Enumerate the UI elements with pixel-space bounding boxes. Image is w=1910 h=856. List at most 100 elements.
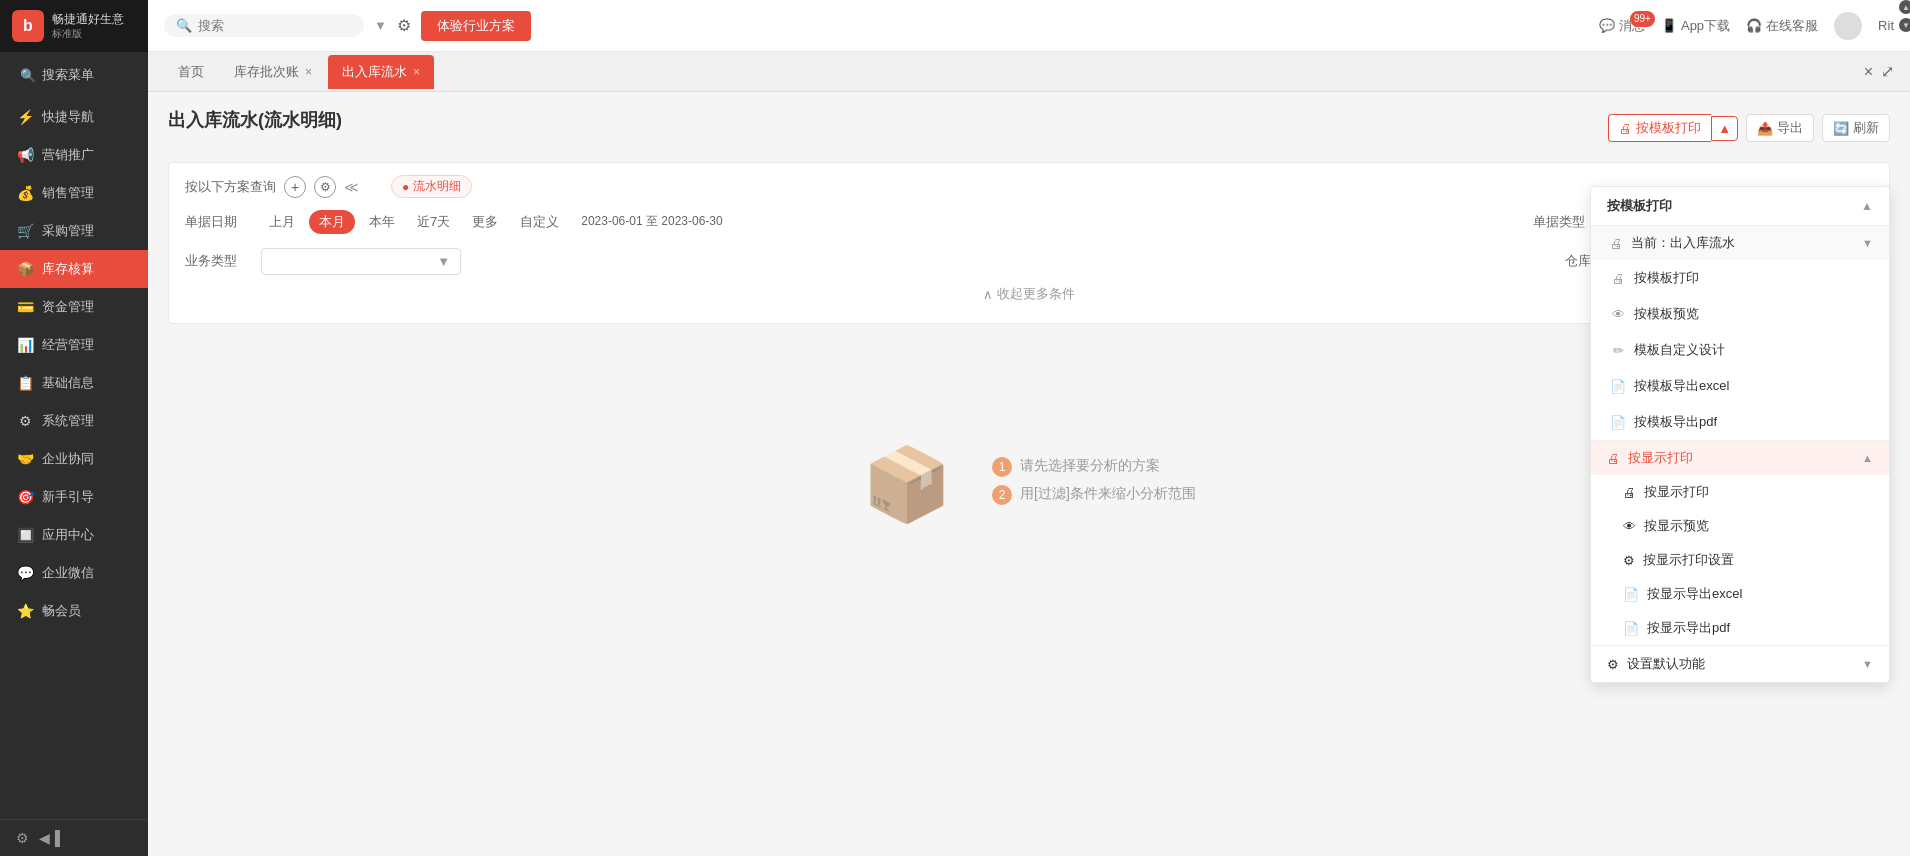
current-label: 当前：出入库流水 [1631, 234, 1735, 252]
dropdown-item-template-preview[interactable]: 👁 按模板预览 [1591, 296, 1889, 332]
page-title: 出入库流水(流水明细) [168, 108, 342, 132]
sidebar-item-guide[interactable]: 🎯 新手引导 [0, 478, 148, 516]
filter-tag-item[interactable]: ● 流水明细 [391, 175, 472, 198]
item-template-excel-label: 按模板导出excel [1634, 377, 1729, 395]
sidebar-item-purchase[interactable]: 🛒采购管理 [0, 212, 148, 250]
tabs-actions: × ⤢ [1864, 62, 1894, 81]
tab-stock-flow[interactable]: 出入库流水 × [328, 55, 434, 89]
dropdown-default-settings[interactable]: ⚙ 设置默认功能 ▼ [1591, 645, 1889, 682]
service-label: 在线客服 [1766, 17, 1818, 35]
collab-icon: 🤝 [16, 450, 34, 468]
refresh-button[interactable]: 🔄 刷新 [1822, 114, 1890, 142]
collab-label: 企业协同 [42, 450, 94, 468]
shortcut-icon: ⚡ [16, 108, 34, 126]
sidebar-item-base[interactable]: 📋基础信息 [0, 364, 148, 402]
date-opt-last-month[interactable]: 上月 [261, 210, 303, 234]
dropdown-chevron-up[interactable]: ▲ [1861, 199, 1873, 213]
dropdown-item-display-preview[interactable]: 👁 按显示预览 [1591, 509, 1889, 543]
date-range-display: 2023-06-01 至 2023-06-30 [581, 213, 722, 230]
operations-icon: 📊 [16, 336, 34, 354]
dropdown-item-display-excel[interactable]: 📄 按显示导出excel [1591, 577, 1889, 611]
app-download-button[interactable]: 📱 App下载 [1661, 17, 1730, 35]
dropdown-item-display-pdf[interactable]: 📄 按显示导出pdf [1591, 611, 1889, 645]
online-service-button[interactable]: 🎧 在线客服 [1746, 17, 1818, 35]
date-opt-7days[interactable]: 近7天 [409, 210, 458, 234]
trial-button[interactable]: 体验行业方案 [421, 11, 531, 41]
search-dropdown-icon[interactable]: ▼ [374, 18, 387, 33]
tab-batch-close[interactable]: × [305, 65, 312, 79]
item-print-icon: 🖨 [1610, 270, 1626, 286]
sidebar-item-inventory[interactable]: 📦库存核算 [0, 250, 148, 288]
collapse-filter-button[interactable]: ≪ [344, 179, 359, 195]
search-menu-button[interactable]: 🔍 搜索菜单 [12, 60, 136, 90]
item-display-preview-label: 按显示预览 [1644, 517, 1709, 535]
biz-type-select[interactable]: ▼ [261, 248, 461, 275]
sidebar-item-system[interactable]: ⚙系统管理 [0, 402, 148, 440]
app-download-icon: 📱 [1661, 18, 1677, 33]
export-button[interactable]: 📤 导出 [1746, 114, 1814, 142]
service-icon: 🎧 [1746, 18, 1762, 33]
add-filter-button[interactable]: + [284, 176, 306, 198]
dropdown-item-template-pdf[interactable]: 📄 按模板导出pdf [1591, 404, 1889, 440]
filter-settings-button[interactable]: ⚙ [314, 176, 336, 198]
sidebar-item-shortcut[interactable]: ⚡快捷导航 [0, 98, 148, 136]
sidebar: b 畅捷通好生意 标准版 🔍 搜索菜单 ⚡快捷导航📢营销推广💰销售管理🛒采购管理… [0, 0, 148, 856]
sidebar-item-collab[interactable]: 🤝 企业协同 [0, 440, 148, 478]
sidebar-search-area[interactable]: 🔍 搜索菜单 [0, 52, 148, 98]
date-opt-this-month[interactable]: 本月 [309, 210, 355, 234]
tab-maximize-button[interactable]: ⤢ [1881, 62, 1894, 81]
username-label[interactable]: Rit [1878, 18, 1894, 33]
refresh-label: 刷新 [1853, 119, 1879, 137]
date-opt-more[interactable]: 更多 [464, 210, 506, 234]
app-download-label: App下载 [1681, 17, 1730, 35]
topbar-gear-icon[interactable]: ⚙ [397, 16, 411, 35]
item-template-print-label: 按模板打印 [1634, 269, 1699, 287]
tab-home[interactable]: 首页 [164, 55, 218, 89]
template-print-button[interactable]: 🖨 按模板打印 [1608, 114, 1711, 142]
display-section-label: 按显示打印 [1628, 449, 1693, 467]
display-print-section[interactable]: 🖨 按显示打印 ▲ [1591, 440, 1889, 475]
tab-home-label: 首页 [178, 63, 204, 81]
doc-type-label: 单据类型 [1533, 213, 1593, 231]
sidebar-item-member[interactable]: ⭐畅会员 [0, 592, 148, 630]
guide-icon: 🎯 [16, 488, 34, 506]
main-area: 🔍 ▼ ⚙ 体验行业方案 💬 消息 99+ 📱 App下载 🎧 在线客服 Rit [148, 0, 1910, 856]
template-print-chevron[interactable]: ▲ [1711, 116, 1738, 141]
sidebar-item-apps[interactable]: 🔲应用中心 [0, 516, 148, 554]
purchase-icon: 🛒 [16, 222, 34, 240]
sidebar-item-sales[interactable]: 💰销售管理 [0, 174, 148, 212]
scroll-up-btn[interactable]: ▲ [1899, 0, 1910, 14]
sidebar-item-marketing[interactable]: 📢营销推广 [0, 136, 148, 174]
user-avatar[interactable] [1834, 12, 1862, 40]
dropdown-item-template-excel[interactable]: 📄 按模板导出excel [1591, 368, 1889, 404]
tabs-bar: 首页 库存批次账 × 出入库流水 × × ⤢ [148, 52, 1910, 92]
item-display-excel-label: 按显示导出excel [1647, 585, 1742, 603]
dropdown-item-display-settings[interactable]: ⚙ 按显示打印设置 [1591, 543, 1889, 577]
search-input[interactable] [198, 18, 338, 33]
dropdown-current: 🖨 当前：出入库流水 ▼ [1591, 226, 1889, 260]
scroll-down-btn[interactable]: ▼ [1899, 18, 1910, 32]
refresh-icon: 🔄 [1833, 121, 1849, 136]
tab-batch-account[interactable]: 库存批次账 × [220, 55, 326, 89]
dropdown-item-template-design[interactable]: ✏ 模板自定义设计 [1591, 332, 1889, 368]
sidebar-item-finance[interactable]: 💳资金管理 [0, 288, 148, 326]
step-1-number: 1 [992, 457, 1012, 477]
collapse-label: 收起更多条件 [997, 285, 1075, 303]
topbar-search-box[interactable]: 🔍 [164, 14, 364, 37]
tab-close-button[interactable]: × [1864, 63, 1873, 81]
empty-steps: 1 请先选择要分析的方案 2 用[过滤]条件来缩小分析范围 [992, 457, 1196, 513]
item-excel1-icon: 📄 [1610, 378, 1626, 394]
sidebar-item-wechat[interactable]: 💬企业微信 [0, 554, 148, 592]
tab-flow-close[interactable]: × [413, 65, 420, 79]
date-opt-custom[interactable]: 自定义 [512, 210, 567, 234]
guide-label: 新手引导 [42, 488, 94, 506]
date-opt-this-year[interactable]: 本年 [361, 210, 403, 234]
sidebar-item-operations[interactable]: 📊经营管理 [0, 326, 148, 364]
topbar-search-icon: 🔍 [176, 18, 192, 33]
dropdown-item-template-print[interactable]: 🖨 按模板打印 [1591, 260, 1889, 296]
dropdown-item-display-print[interactable]: 🖨 按显示打印 [1591, 475, 1889, 509]
settings-icon[interactable]: ⚙ [16, 830, 29, 846]
item-display-preview-icon: 👁 [1623, 519, 1636, 534]
message-button[interactable]: 💬 消息 99+ [1599, 17, 1645, 35]
collapse-sidebar-icon[interactable]: ◀▐ [39, 830, 60, 846]
